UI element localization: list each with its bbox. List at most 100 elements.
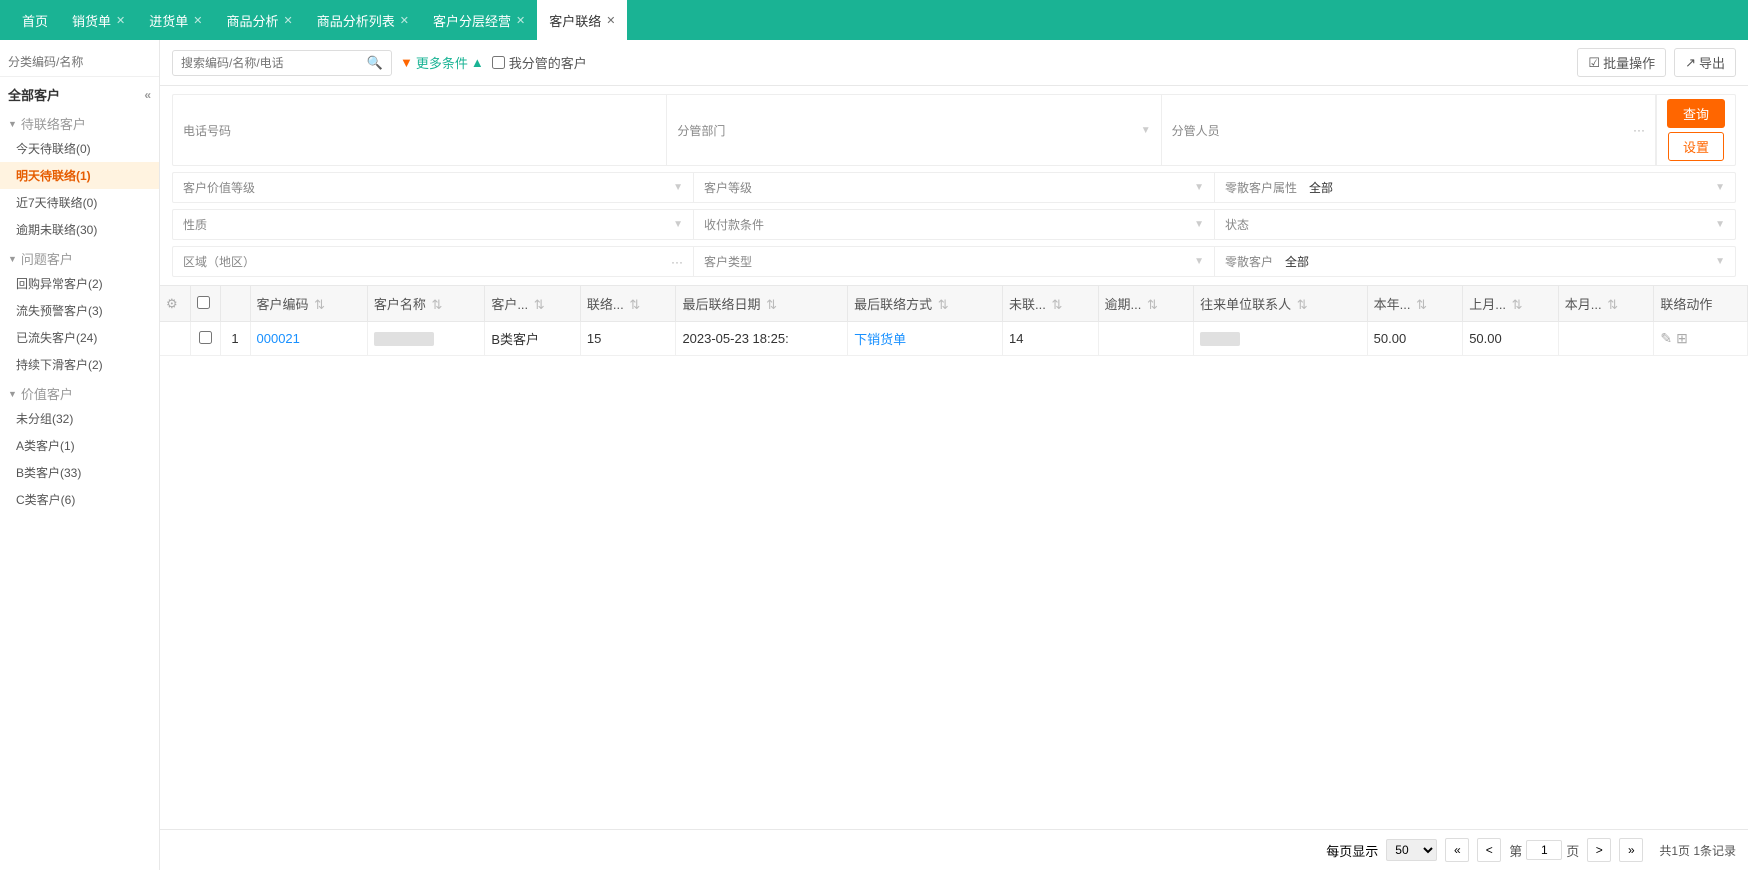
col-this-year[interactable]: 本年... ⇅ — [1367, 286, 1463, 322]
nav-customer-contact-close[interactable]: ✕ — [606, 14, 615, 27]
nav-purchase-close[interactable]: ✕ — [193, 14, 202, 27]
search-input[interactable] — [181, 56, 363, 70]
per-page-select[interactable]: 50 100 200 — [1386, 839, 1437, 861]
gender-arrow[interactable]: ▼ — [673, 219, 683, 230]
table-header-row: ⚙ 客户编码 ⇅ 客户名称 ⇅ — [160, 286, 1748, 322]
sidebar-loss-warning[interactable]: 流失预警客户(3) — [0, 297, 159, 324]
last-method-link[interactable]: 下销货单 — [854, 332, 906, 347]
settings-icon[interactable]: ⚙ — [166, 296, 178, 311]
row-type: B类客户 — [485, 322, 581, 356]
action-grid-icon[interactable]: ⊞ — [1676, 330, 1688, 347]
select-all-checkbox[interactable] — [197, 296, 210, 309]
sidebar-today-pending[interactable]: 今天待联络(0) — [0, 135, 159, 162]
prev-page-btn[interactable]: < — [1477, 838, 1501, 862]
sort-this-month-icon: ⇅ — [1607, 297, 1618, 312]
more-conditions-btn[interactable]: ▼ 更多条件 ▲ — [400, 53, 484, 72]
manager-more-dots[interactable]: ··· — [1633, 123, 1645, 137]
manager-label: 分管人员 — [1172, 122, 1220, 139]
sidebar-all-customers[interactable]: 全部客户 « — [0, 81, 159, 108]
sidebar-collapse-icon: « — [144, 88, 151, 102]
row-select-checkbox[interactable] — [199, 331, 212, 344]
sidebar-repurchase-abnormal[interactable]: 回购异常客户(2) — [0, 270, 159, 297]
top-nav: 首页 销货单 ✕ 进货单 ✕ 商品分析 ✕ 商品分析列表 ✕ 客户分层经营 ✕ … — [0, 0, 1748, 40]
sidebar-value-section[interactable]: 价值客户 — [0, 378, 159, 405]
sidebar-search-input[interactable] — [8, 55, 160, 69]
row-checkbox[interactable] — [190, 322, 220, 356]
next-page-btn[interactable]: > — [1587, 838, 1611, 862]
row-last-month: 50.00 — [1463, 322, 1559, 356]
dept-select-arrow[interactable]: ▼ — [1141, 125, 1151, 136]
my-customers-filter[interactable]: 我分管的客户 — [492, 53, 587, 72]
export-btn[interactable]: ↗ 导出 — [1674, 48, 1736, 77]
sidebar-declining[interactable]: 持续下滑客户(2) — [0, 351, 159, 378]
status-label: 状态 — [1225, 216, 1249, 233]
search-submit-icon[interactable]: 🔍 — [367, 55, 383, 71]
col-overdue[interactable]: 逾期... ⇅ — [1098, 286, 1194, 322]
nav-customer-contact[interactable]: 客户联络 ✕ — [537, 0, 627, 40]
payment-arrow[interactable]: ▼ — [1194, 219, 1204, 230]
sort-unit-contacts-icon: ⇅ — [1297, 297, 1308, 312]
my-customers-checkbox[interactable] — [492, 56, 505, 69]
last-page-btn[interactable]: » — [1619, 838, 1643, 862]
customer-level-arrow[interactable]: ▼ — [1194, 182, 1204, 193]
content-area: 🔍 ▼ 更多条件 ▲ 我分管的客户 ☑ 批量操作 ↗ 导出 — [160, 40, 1748, 870]
row-last-date: 2023-05-23 18:25: — [676, 322, 848, 356]
col-code[interactable]: 客户编码 ⇅ — [250, 286, 367, 322]
status-arrow[interactable]: ▼ — [1715, 219, 1725, 230]
sort-last-date-icon: ⇅ — [766, 297, 777, 312]
retail-attr-label: 零散客户属性 — [1225, 179, 1297, 196]
query-btn[interactable]: 查询 — [1667, 99, 1725, 128]
sidebar-problem-section[interactable]: 问题客户 — [0, 243, 159, 270]
col-name[interactable]: 客户名称 ⇅ — [367, 286, 484, 322]
sidebar-ungrouped[interactable]: 未分组(32) — [0, 405, 159, 432]
col-action: 联络动作 — [1654, 286, 1748, 322]
area-label: 区域（地区） — [183, 253, 255, 270]
col-type[interactable]: 客户... ⇅ — [485, 286, 581, 322]
sidebar-7day-pending[interactable]: 近7天待联络(0) — [0, 189, 159, 216]
sidebar-overdue-pending[interactable]: 逾期未联络(30) — [0, 216, 159, 243]
nav-sales[interactable]: 销货单 ✕ — [60, 0, 137, 40]
col-unit-contacts[interactable]: 往来单位联系人 ⇅ — [1194, 286, 1368, 322]
sort-this-year-icon: ⇅ — [1416, 297, 1427, 312]
retail-attr-arrow[interactable]: ▼ — [1715, 182, 1725, 193]
col-last-method[interactable]: 最后联络方式 ⇅ — [848, 286, 1003, 322]
col-contacts[interactable]: 联络... ⇅ — [580, 286, 676, 322]
nav-product-list-close[interactable]: ✕ — [400, 14, 409, 27]
action-note-icon[interactable]: ✎ — [1660, 330, 1672, 347]
phone-input[interactable] — [239, 123, 656, 137]
nav-home[interactable]: 首页 — [10, 0, 60, 40]
col-last-month[interactable]: 上月... ⇅ — [1463, 286, 1559, 322]
table-row: 1 000021 Ea B类客户 15 2023-05-23 18:25: 下销… — [160, 322, 1748, 356]
sidebar-pending-section[interactable]: 待联络客户 — [0, 108, 159, 135]
nav-customer-tier[interactable]: 客户分层经营 ✕ — [421, 0, 537, 40]
sidebar-class-b[interactable]: B类客户(33) — [0, 459, 159, 486]
customer-type-arrow[interactable]: ▼ — [1194, 256, 1204, 267]
nav-purchase[interactable]: 进货单 ✕ — [137, 0, 214, 40]
toolbar-right: ☑ 批量操作 ↗ 导出 — [1577, 48, 1736, 77]
sidebar-tomorrow-pending[interactable]: 明天待联络(1) — [0, 162, 159, 189]
customer-code-link[interactable]: 000021 — [257, 331, 300, 346]
retail-customer-arrow[interactable]: ▼ — [1715, 256, 1725, 267]
sidebar-class-c[interactable]: C类客户(6) — [0, 486, 159, 513]
col-checkbox[interactable] — [190, 286, 220, 322]
nav-product-analysis[interactable]: 商品分析 ✕ — [214, 0, 304, 40]
sort-last-method-icon: ⇅ — [938, 297, 949, 312]
col-this-month[interactable]: 本月... ⇅ — [1558, 286, 1654, 322]
customer-value-arrow[interactable]: ▼ — [673, 182, 683, 193]
col-last-date[interactable]: 最后联络日期 ⇅ — [676, 286, 848, 322]
first-page-btn[interactable]: « — [1445, 838, 1469, 862]
sidebar-class-a[interactable]: A类客户(1) — [0, 432, 159, 459]
set-btn[interactable]: 设置 — [1668, 132, 1724, 161]
row-last-method[interactable]: 下销货单 — [848, 322, 1003, 356]
col-un-contact[interactable]: 未联... ⇅ — [1002, 286, 1098, 322]
row-code[interactable]: 000021 — [250, 322, 367, 356]
nav-product-analysis-list[interactable]: 商品分析列表 ✕ — [305, 0, 421, 40]
nav-customer-tier-close[interactable]: ✕ — [516, 14, 525, 27]
area-more-dots[interactable]: ··· — [671, 255, 683, 269]
nav-sales-close[interactable]: ✕ — [116, 14, 125, 27]
nav-product-analysis-close[interactable]: ✕ — [284, 14, 293, 27]
page-input[interactable] — [1526, 840, 1562, 860]
batch-op-btn[interactable]: ☑ 批量操作 — [1577, 48, 1666, 77]
col-settings[interactable]: ⚙ — [160, 286, 190, 322]
sidebar-lost[interactable]: 已流失客户(24) — [0, 324, 159, 351]
